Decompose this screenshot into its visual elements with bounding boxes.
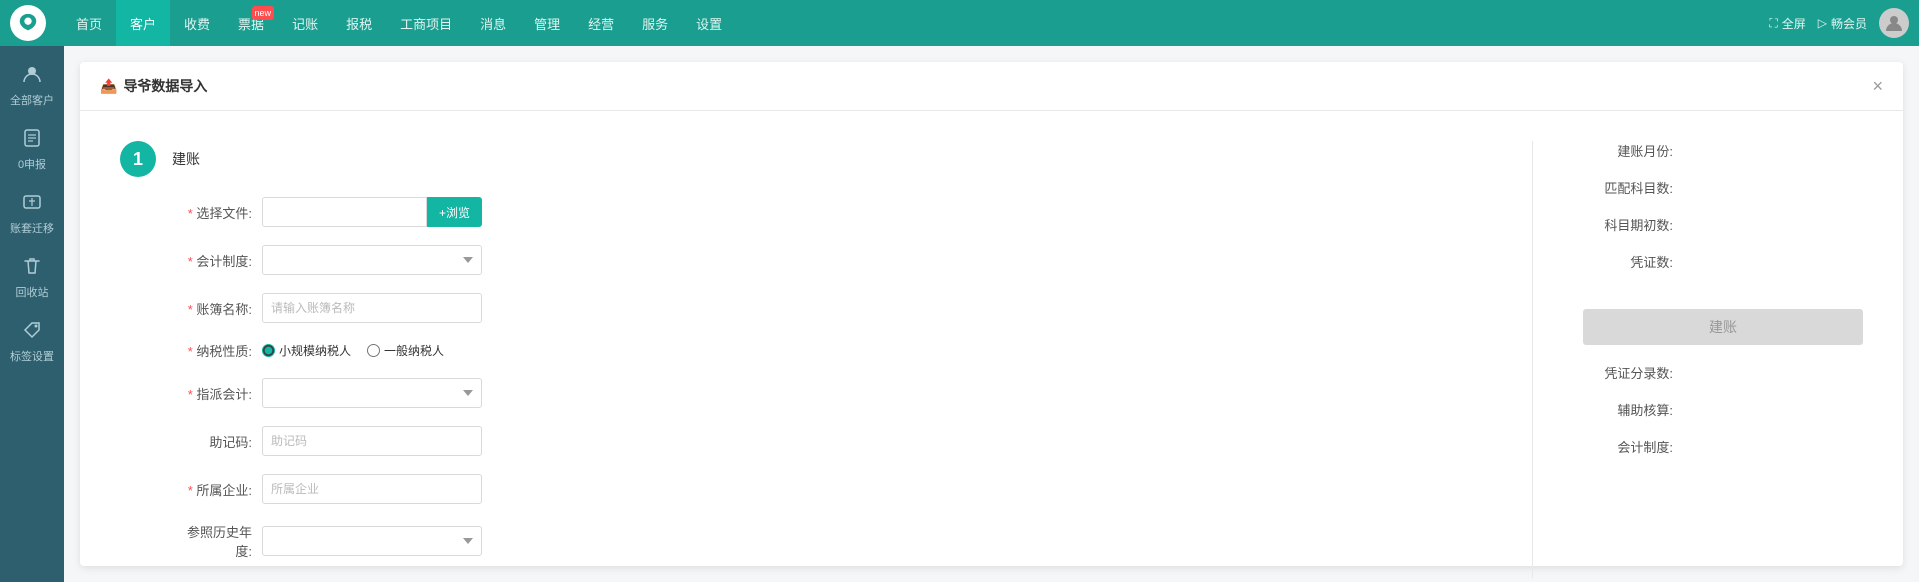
- company-label: 所属企业:: [172, 480, 252, 499]
- dialog-title: 📤 导爷数据导入: [100, 76, 207, 96]
- tag-icon: [22, 320, 42, 345]
- aux-accounting-label: 辅助核算:: [1583, 400, 1673, 419]
- fullscreen-button[interactable]: ⛶ 全屏: [1769, 15, 1805, 32]
- tax-type-label: 纳税性质:: [172, 341, 252, 360]
- match-subjects-row: 匹配科目数:: [1583, 178, 1863, 197]
- top-nav: 首页 客户 收费 票据 new 记账 报税 工商项目 消息 管理 经营 服务 设…: [0, 0, 1919, 46]
- assign-accountant-select[interactable]: [262, 378, 482, 408]
- nav-operations[interactable]: 经营: [574, 0, 628, 46]
- vertical-divider: [1532, 141, 1533, 578]
- assign-accountant-row: 指派会计:: [172, 378, 1482, 408]
- radio-small-tax[interactable]: 小规模纳税人: [262, 342, 351, 359]
- radio-small-input[interactable]: [262, 344, 275, 357]
- tax-type-radio-group: 小规模纳税人 一般纳税人: [262, 342, 444, 359]
- nav-home[interactable]: 首页: [62, 0, 116, 46]
- nav-bookkeeping[interactable]: 记账: [278, 0, 332, 46]
- nav-manage[interactable]: 管理: [520, 0, 574, 46]
- nav-settings[interactable]: 设置: [682, 0, 736, 46]
- memo-label: 助记码:: [172, 432, 252, 451]
- trash-icon: [22, 256, 42, 281]
- step-section: 1 建账: [120, 141, 1482, 177]
- voucher-records-label: 凭证分录数:: [1583, 363, 1673, 382]
- browse-button[interactable]: +浏览: [427, 197, 482, 227]
- form-container: 1 建账 选择文件: +浏览: [120, 141, 1863, 578]
- assign-accountant-label: 指派会计:: [172, 384, 252, 403]
- history-year-row: 参照历史年度:: [172, 522, 1482, 560]
- ledger-name-label: 账簿名称:: [172, 299, 252, 318]
- aux-accounting-row: 辅助核算:: [1583, 400, 1863, 419]
- new-badge: new: [252, 6, 275, 20]
- build-month-label: 建账月份:: [1583, 141, 1673, 160]
- nav-services[interactable]: 服务: [628, 0, 682, 46]
- member-button[interactable]: ▷ 畅会员: [1818, 15, 1867, 32]
- nav-items: 首页 客户 收费 票据 new 记账 报税 工商项目 消息 管理 经营 服务 设…: [62, 0, 1769, 46]
- nav-fees[interactable]: 收费: [170, 0, 224, 46]
- migration-icon: [22, 192, 42, 217]
- match-subjects-label: 匹配科目数:: [1583, 178, 1673, 197]
- sidebar-item-all-customers[interactable]: 全部客户: [0, 56, 64, 116]
- voucher-count-row: 凭证数:: [1583, 252, 1863, 271]
- memo-input[interactable]: [262, 426, 482, 456]
- file-label: 选择文件:: [172, 203, 252, 222]
- dialog-wrapper: 📤 导爷数据导入 × 1 建账: [80, 62, 1903, 566]
- history-year-select[interactable]: [262, 526, 482, 556]
- layout: 全部客户 0申报 账套迁移: [0, 46, 1919, 582]
- build-btn-wrapper: 建账: [1583, 289, 1863, 345]
- nav-messages[interactable]: 消息: [466, 0, 520, 46]
- account-system-select[interactable]: [262, 245, 482, 275]
- voucher-count-label: 凭证数:: [1583, 252, 1673, 271]
- history-year-label: 参照历史年度:: [172, 522, 252, 560]
- file-row: 选择文件: +浏览: [172, 197, 1482, 227]
- dialog-header: 📤 导爷数据导入 ×: [80, 62, 1903, 111]
- right-accounting-system-row: 会计制度:: [1583, 437, 1863, 456]
- nav-tax[interactable]: 报税: [332, 0, 386, 46]
- nav-customers[interactable]: 客户: [116, 0, 170, 46]
- nav-right: ⛶ 全屏 ▷ 畅会员: [1769, 8, 1909, 38]
- form-left: 1 建账 选择文件: +浏览: [120, 141, 1482, 578]
- form-right: 建账月份: 匹配科目数: 科目期初数: 凭证数:: [1583, 141, 1863, 578]
- ledger-name-input[interactable]: [262, 293, 482, 323]
- import-icon: 📤: [100, 78, 117, 95]
- company-row: 所属企业:: [172, 474, 1482, 504]
- build-account-button[interactable]: 建账: [1583, 309, 1863, 345]
- nav-business[interactable]: 工商项目: [386, 0, 466, 46]
- sidebar: 全部客户 0申报 账套迁移: [0, 46, 64, 582]
- company-input[interactable]: [262, 474, 482, 504]
- voucher-records-row: 凭证分录数:: [1583, 363, 1863, 382]
- account-system-row: 会计制度:: [172, 245, 1482, 275]
- step-label: 建账: [172, 141, 200, 169]
- initial-subjects-label: 科目期初数:: [1583, 215, 1673, 234]
- sidebar-item-tag-settings[interactable]: 标签设置: [0, 312, 64, 372]
- main-content: 📤 导爷数据导入 × 1 建账: [64, 46, 1919, 582]
- radio-general-tax[interactable]: 一般纳税人: [367, 342, 444, 359]
- tax-type-row: 纳税性质: 小规模纳税人 一般纳税人: [172, 341, 1482, 360]
- step-badge: 1: [120, 141, 156, 177]
- sidebar-item-recycle[interactable]: 回收站: [0, 248, 64, 308]
- account-system-label: 会计制度:: [172, 251, 252, 270]
- logo[interactable]: [10, 5, 46, 41]
- declaration-icon: [22, 128, 42, 153]
- build-month-row: 建账月份:: [1583, 141, 1863, 160]
- form-fields: 选择文件: +浏览 会计制度:: [172, 197, 1482, 560]
- ledger-name-row: 账簿名称:: [172, 293, 1482, 323]
- initial-subjects-row: 科目期初数:: [1583, 215, 1863, 234]
- user-icon: [22, 64, 42, 89]
- radio-general-input[interactable]: [367, 344, 380, 357]
- avatar[interactable]: [1879, 8, 1909, 38]
- file-input-group: +浏览: [262, 197, 482, 227]
- close-button[interactable]: ×: [1872, 77, 1883, 95]
- right-accounting-system-label: 会计制度:: [1583, 437, 1673, 456]
- nav-invoices[interactable]: 票据 new: [224, 0, 278, 46]
- memo-row: 助记码:: [172, 426, 1482, 456]
- sidebar-item-zero-declaration[interactable]: 0申报: [0, 120, 64, 180]
- file-input[interactable]: [262, 197, 427, 227]
- sidebar-item-account-migration[interactable]: 账套迁移: [0, 184, 64, 244]
- dialog-body: 1 建账 选择文件: +浏览: [80, 111, 1903, 582]
